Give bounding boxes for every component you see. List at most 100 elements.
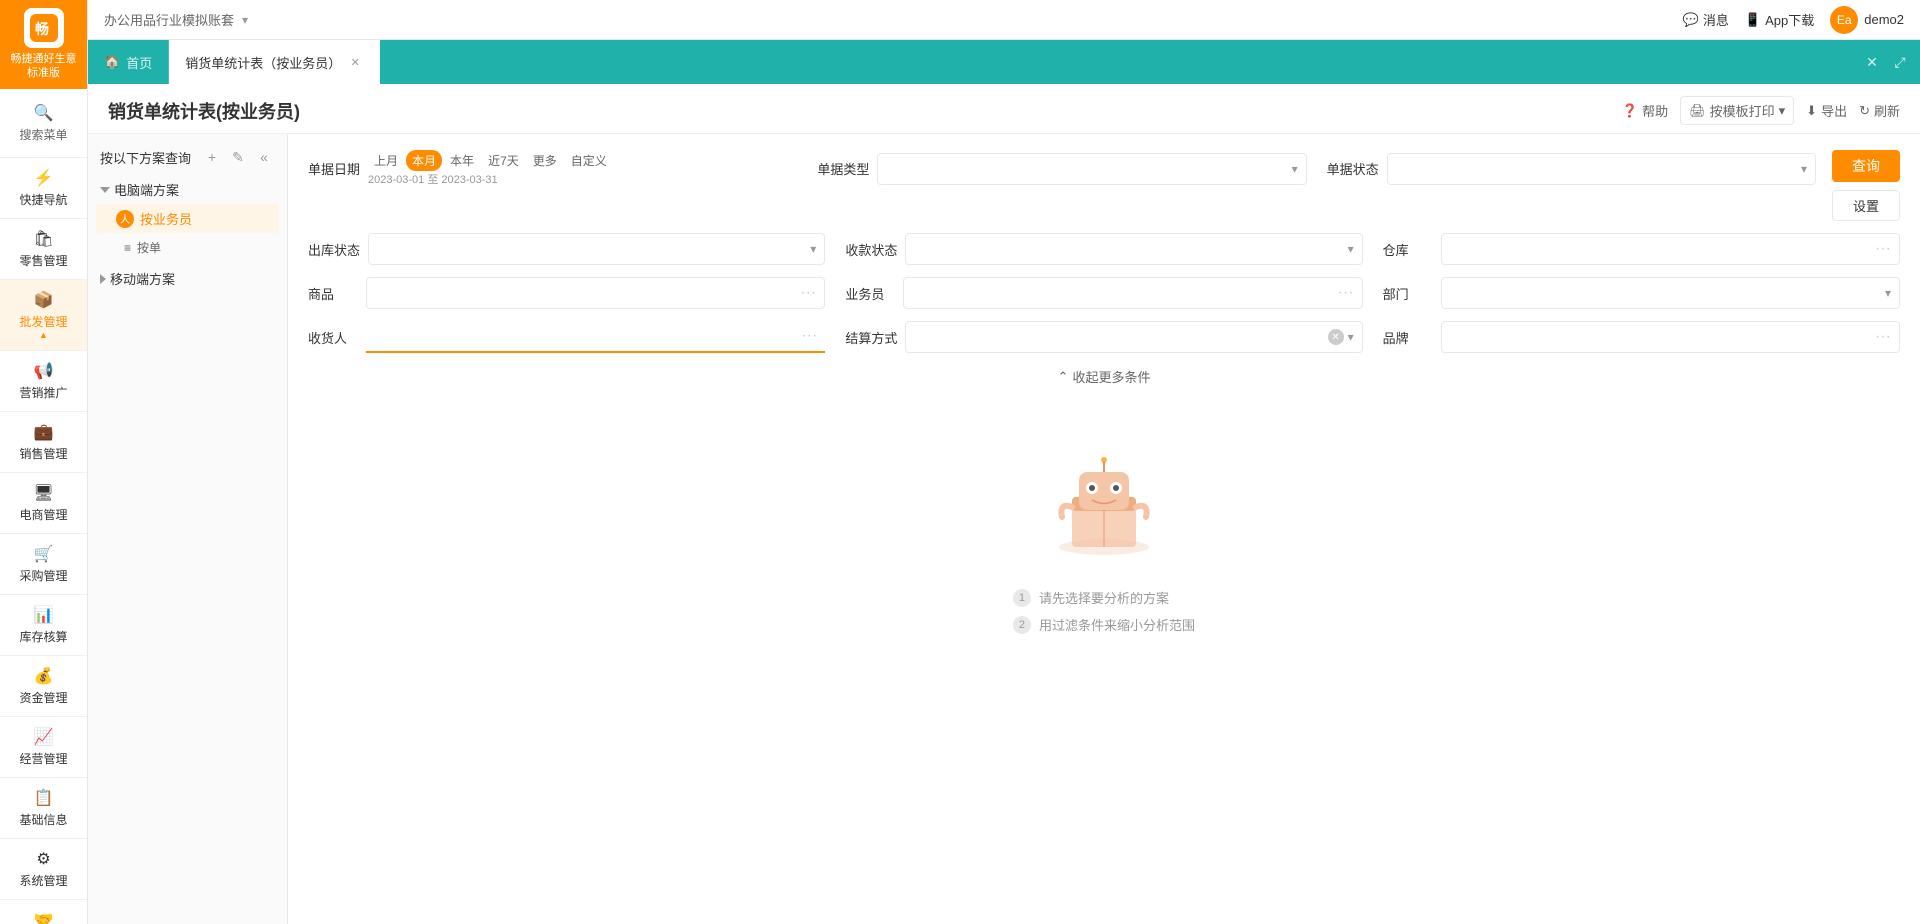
sidebar-item-basic[interactable]: 📋 基础信息 — [0, 778, 87, 839]
filter-brand: 品牌 ··· — [1383, 321, 1900, 353]
edit-scheme-button[interactable]: ✎ — [227, 146, 249, 168]
receipt-status-chevron: ▾ — [1348, 242, 1354, 256]
app-download-button[interactable]: 📱 App下载 — [1745, 10, 1814, 29]
tip-2-text: 用过滤条件来缩小分析范围 — [1039, 615, 1195, 634]
sales-label: 销售管理 — [19, 445, 67, 462]
query-button[interactable]: 查询 — [1832, 150, 1900, 182]
search-menu-button[interactable]: 🔍 搜索菜单 — [0, 97, 87, 149]
message-icon: 💬 — [1683, 12, 1699, 28]
cooperation-icon: 🤝 — [34, 910, 54, 924]
filter-receipt-status: 收款状态 ▾ — [845, 233, 1362, 265]
filter-receiver: 收货人 ··· — [308, 321, 825, 353]
order-status-input[interactable]: ▾ — [1387, 153, 1816, 185]
tab-sales-stat[interactable]: 销货单统计表（按业务员） ✕ — [169, 40, 380, 84]
svg-text:畅: 畅 — [35, 21, 49, 37]
sidebar-item-inventory[interactable]: 📊 库存核算 — [0, 595, 87, 656]
user-area[interactable]: Ea demo2 — [1830, 6, 1904, 34]
tab-close-all-button[interactable]: ✕ — [1860, 50, 1884, 74]
right-panel: 单据日期 上月 本月 本年 近7天 更多 自定义 20 — [288, 134, 1920, 924]
quick-nav-button[interactable]: ⚡ 快捷导航 — [0, 158, 87, 219]
sidebar-item-system[interactable]: ⚙ 系统管理 — [0, 839, 87, 900]
tip-1-text: 请先选择要分析的方案 — [1039, 588, 1169, 607]
department-chevron: ▾ — [1885, 286, 1891, 300]
settlement-input[interactable]: ✕ ▾ — [905, 321, 1362, 353]
app-logo[interactable]: 畅 畅捷通好生意标准版 — [0, 0, 88, 89]
message-button[interactable]: 💬 消息 — [1683, 10, 1729, 29]
purchase-icon: 🛒 — [34, 544, 54, 564]
tab-home[interactable]: 🏠 首页 — [88, 40, 169, 84]
sidebar-item-sales[interactable]: 💼 销售管理 — [0, 412, 87, 473]
left-panel: 按以下方案查询 + ✎ « — [88, 134, 288, 924]
print-dropdown-icon: ▾ — [1779, 103, 1786, 119]
sidebar-item-finance[interactable]: 💰 资金管理 — [0, 656, 87, 717]
breadcrumb-dropdown-icon[interactable]: ▾ — [242, 13, 248, 27]
retail-icon: 🛍 — [33, 229, 53, 249]
username: demo2 — [1864, 12, 1904, 27]
template-print-button[interactable]: 🖨 按模板打印 ▾ — [1680, 96, 1794, 125]
mobile-scheme-label: 移动端方案 — [110, 269, 175, 288]
sidebar-item-marketing[interactable]: 📢 营销推广 — [0, 351, 87, 412]
purchase-label: 采购管理 — [19, 567, 67, 584]
date-tab-7days[interactable]: 近7天 — [482, 150, 525, 171]
tab-maximize-button[interactable]: ⤢ — [1888, 50, 1912, 74]
mobile-scheme-title[interactable]: 移动端方案 — [96, 265, 279, 292]
sales-icon: 💼 — [34, 422, 54, 442]
filter-department: 部门 ▾ — [1383, 277, 1900, 309]
date-tabs-row: 上月 本月 本年 近7天 更多 自定义 — [368, 150, 797, 171]
receiver-input[interactable]: ··· — [366, 321, 825, 353]
sidebar-item-operations[interactable]: 📈 经营管理 — [0, 717, 87, 778]
brand-input[interactable]: ··· — [1441, 321, 1900, 353]
warehouse-input[interactable]: ··· — [1441, 233, 1900, 265]
inventory-label: 库存核算 — [19, 628, 67, 645]
empty-tip-2: 2 用过滤条件来缩小分析范围 — [1013, 615, 1195, 634]
date-tab-thismonth[interactable]: 本月 — [406, 150, 442, 171]
finance-icon: 💰 — [34, 666, 54, 686]
page-header: 销货单统计表(按业务员) ❓ 帮助 🖨 按模板打印 ▾ ⬇ 导出 ↻ 刷新 — [88, 84, 1920, 134]
logo-icon: 畅 — [24, 8, 64, 48]
help-label: 帮助 — [1642, 101, 1668, 120]
receipt-status-label: 收款状态 — [845, 240, 897, 259]
brand-dots: ··· — [1875, 328, 1891, 346]
salesperson-input[interactable]: ··· — [903, 277, 1362, 309]
logo-text: 畅捷通好生意标准版 — [11, 52, 77, 81]
sidebar-item-ecommerce[interactable]: 🖥 电商管理 — [0, 473, 87, 534]
basic-label: 基础信息 — [19, 811, 67, 828]
sidebar-item-purchase[interactable]: 🛒 采购管理 — [0, 534, 87, 595]
department-input[interactable]: ▾ — [1441, 277, 1900, 309]
sidebar-item-retail[interactable]: 🛍 零售管理 — [0, 219, 87, 280]
date-tab-thisyear[interactable]: 本年 — [444, 150, 480, 171]
scheme-item-by-order[interactable]: ≡ 按单 — [96, 234, 279, 261]
order-type-input[interactable]: ▾ — [877, 153, 1306, 185]
filter-out-status: 出库状态 ▾ — [308, 233, 825, 265]
sidebar-item-wholesale[interactable]: 📦 批发管理 ▲ — [0, 280, 87, 351]
settlement-clear-button[interactable]: ✕ — [1328, 329, 1344, 345]
export-button[interactable]: ⬇ 导出 — [1806, 101, 1847, 120]
marketing-icon: 📢 — [34, 361, 54, 381]
system-label: 系统管理 — [19, 872, 67, 889]
refresh-button[interactable]: ↻ 刷新 — [1859, 101, 1900, 120]
date-tab-custom[interactable]: 自定义 — [565, 150, 613, 171]
receipt-status-input[interactable]: ▾ — [905, 233, 1362, 265]
desktop-scheme-title[interactable]: 电脑端方案 — [96, 176, 279, 203]
header-actions: 💬 消息 📱 App下载 Ea demo2 — [1683, 6, 1904, 34]
order-type-chevron: ▾ — [1292, 162, 1298, 176]
left-panel-icons: + ✎ « — [201, 146, 275, 168]
out-status-input[interactable]: ▾ — [368, 233, 825, 265]
tab-sales-stat-close[interactable]: ✕ — [347, 54, 363, 70]
collapse-filters-button[interactable]: ⌃ 收起更多条件 — [308, 361, 1900, 392]
filter-row-3: 商品 ··· 业务员 ··· 部门 — [308, 277, 1900, 309]
date-tab-lastmonth[interactable]: 上月 — [368, 150, 404, 171]
receiver-label: 收货人 — [308, 328, 358, 347]
goods-input[interactable]: ··· — [366, 277, 825, 309]
date-tab-more[interactable]: 更多 — [527, 150, 563, 171]
tab-bar: 🏠 首页 销货单统计表（按业务员） ✕ ✕ ⤢ — [88, 40, 1920, 84]
filter-order-status: 单据状态 ▾ — [1327, 150, 1816, 187]
empty-illustration — [1044, 452, 1164, 572]
scheme-item-by-staff[interactable]: 人 按业务员 — [96, 204, 279, 233]
add-scheme-button[interactable]: + — [201, 146, 223, 168]
phone-icon: 📱 — [1745, 12, 1761, 28]
sidebar-item-cooperation[interactable]: 🤝 企业协同 — [0, 900, 87, 924]
settings-button[interactable]: 设置 — [1832, 190, 1900, 221]
collapse-panel-button[interactable]: « — [253, 146, 275, 168]
help-button[interactable]: ❓ 帮助 — [1622, 101, 1668, 120]
